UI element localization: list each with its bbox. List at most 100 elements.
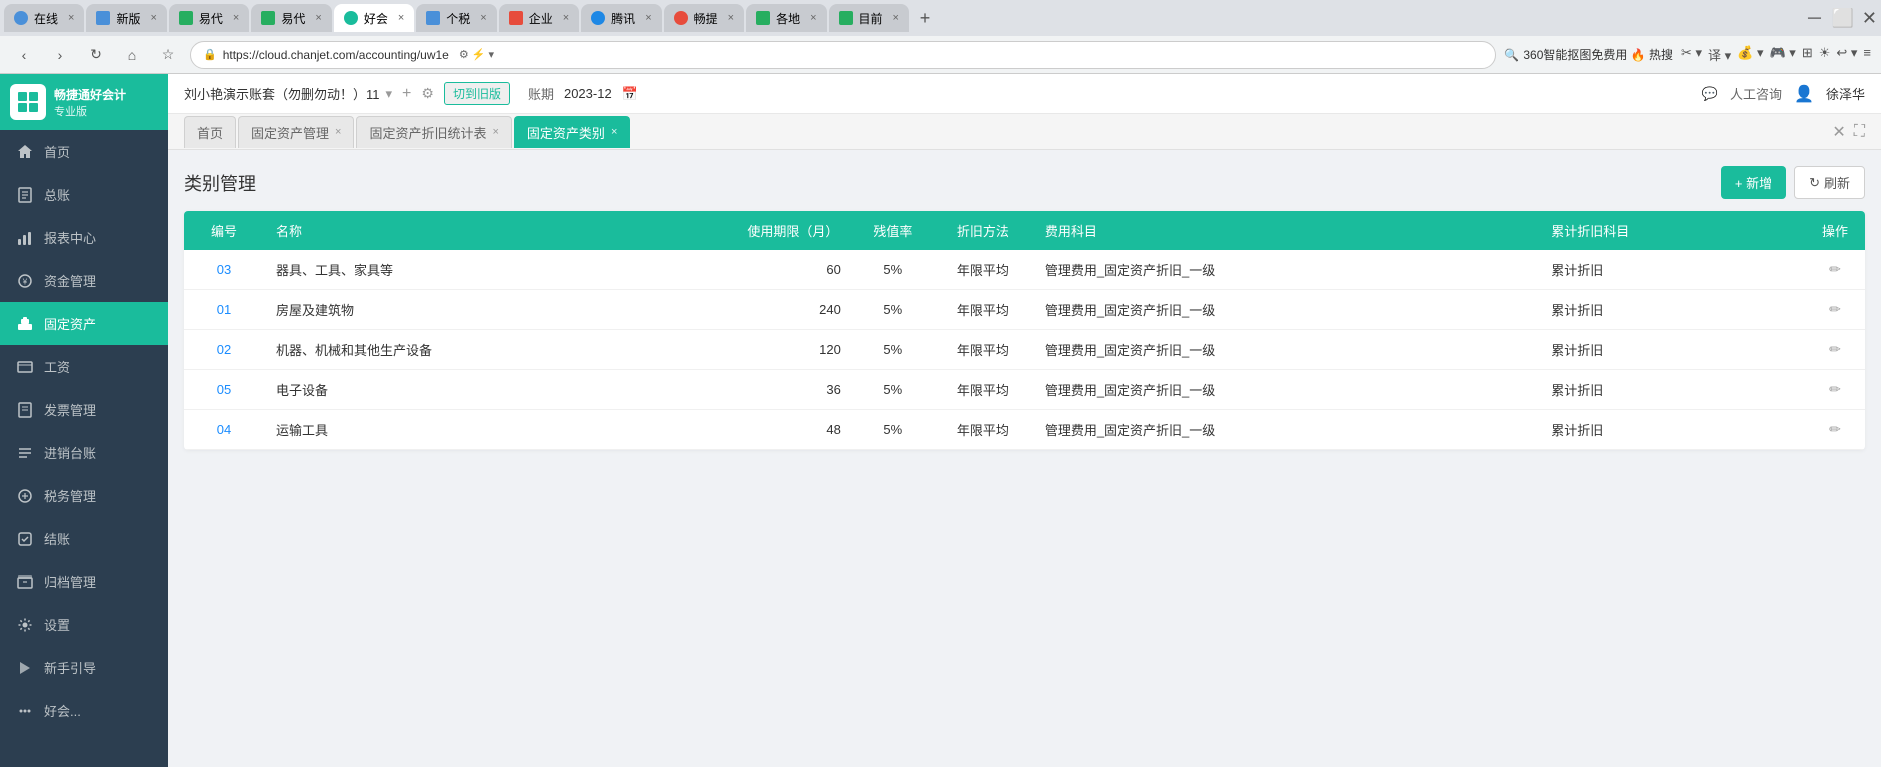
contact-label[interactable]: 人工咨询 (1730, 84, 1782, 103)
tab-close-icon[interactable]: × (810, 12, 816, 24)
bookmark-button[interactable]: ☆ (154, 41, 182, 69)
sidebar-item-close-account[interactable]: 结账 (0, 517, 168, 560)
cell-period: 60 (733, 250, 853, 290)
code-link[interactable]: 04 (217, 422, 231, 437)
browser-tab-changtui[interactable]: 畅提 × (664, 4, 744, 32)
brightness-icon[interactable]: ☀ (1819, 45, 1831, 64)
browser-tab-gedi[interactable]: 各地 × (746, 4, 826, 32)
sidebar-item-trade[interactable]: 进销台账 (0, 431, 168, 474)
scissors-icon[interactable]: ✂ ▾ (1681, 45, 1702, 64)
browser-tab-xinban[interactable]: 新版 × (86, 4, 166, 32)
tab-close-icon[interactable]: × (150, 12, 156, 24)
page-title: 类别管理 (184, 170, 256, 196)
code-link[interactable]: 05 (217, 382, 231, 397)
window-minimize-icon[interactable]: － (1805, 5, 1823, 31)
sidebar-item-guide[interactable]: 新手引导 (0, 646, 168, 689)
dropdown-icon[interactable]: ▾ (386, 86, 393, 102)
edit-button[interactable]: ✏ (1829, 421, 1841, 437)
window-maximize-icon[interactable]: ⬜ (1831, 8, 1853, 29)
tab-close-active-icon[interactable]: × (398, 12, 404, 24)
sidebar-item-more[interactable]: 好会... (0, 689, 168, 732)
fund-icon: ¥ (16, 272, 34, 290)
url-input[interactable]: 🔒 https://cloud.chanjet.com/accounting/u… (190, 41, 1496, 69)
tab-close-stats-icon[interactable]: × (492, 126, 498, 138)
sidebar-item-fund[interactable]: ¥ 资金管理 (0, 259, 168, 302)
tab-fixed-assets-mgmt[interactable]: 固定资产管理 × (238, 116, 354, 148)
tab-label: 个税 (446, 10, 470, 27)
code-link[interactable]: 03 (217, 262, 231, 277)
browser-tab-haokuai[interactable]: 好会 × (334, 4, 414, 32)
tab-close-icon[interactable]: × (480, 12, 486, 24)
tab-depreciation-stats[interactable]: 固定资产折旧统计表 × (356, 116, 511, 148)
new-tab-button[interactable]: + (911, 4, 939, 32)
logo-area[interactable]: 畅捷通好会计 专业版 (0, 74, 168, 130)
back-button[interactable]: ‹ (10, 41, 38, 69)
tab-close-mgmt-icon[interactable]: × (335, 126, 341, 138)
edit-button[interactable]: ✏ (1829, 341, 1841, 357)
grid-icon[interactable]: ⊞ (1802, 45, 1813, 64)
code-link[interactable]: 01 (217, 302, 231, 317)
refresh-button[interactable]: ↻ 刷新 (1794, 166, 1865, 199)
tab-close-icon[interactable]: × (645, 12, 651, 24)
logo-icon (10, 84, 46, 120)
settings-icon-top[interactable]: ⚙ (421, 85, 434, 102)
sidebar-item-fixed-assets[interactable]: 固定资产 (0, 302, 168, 345)
sidebar-item-settings[interactable]: 设置 (0, 603, 168, 646)
forward-button[interactable]: › (46, 41, 74, 69)
tab-close-icon[interactable]: × (728, 12, 734, 24)
browser-tab-zaixian[interactable]: 在线 × (4, 4, 84, 32)
tab-close-category-icon[interactable]: × (611, 126, 617, 138)
sidebar-item-tax[interactable]: 税务管理 (0, 474, 168, 517)
browser-tab-yidai2[interactable]: 易代 × (251, 4, 331, 32)
col-header-name: 名称 (264, 211, 733, 250)
browser-tab-yidai1[interactable]: 易代 × (169, 4, 249, 32)
switch-version-button[interactable]: 切到旧版 (444, 82, 510, 105)
url-more-icon[interactable]: ⚙ ⚡ ▾ (459, 48, 494, 61)
browser-tab-qiye[interactable]: 企业 × (499, 4, 579, 32)
tab-close-icon[interactable]: × (68, 12, 74, 24)
col-header-salvage: 残值率 (853, 211, 933, 250)
game-icon[interactable]: 🎮 ▾ (1769, 45, 1795, 64)
tab-close-icon[interactable]: × (563, 12, 569, 24)
cell-action: ✏ (1805, 290, 1865, 330)
close-account-icon (16, 530, 34, 548)
close-all-tabs-icon[interactable]: ✕ (1832, 122, 1845, 142)
tab-label: 畅提 (694, 10, 718, 27)
tab-close-icon[interactable]: × (315, 12, 321, 24)
code-link[interactable]: 02 (217, 342, 231, 357)
tab-close-icon[interactable]: × (893, 12, 899, 24)
cell-period: 240 (733, 290, 853, 330)
sidebar-item-salary[interactable]: 工资 (0, 345, 168, 388)
sidebar-item-general-ledger[interactable]: 总账 (0, 173, 168, 216)
main-content: 刘小艳演示账套（勿删勿动！）11 ▾ + ⚙ 切到旧版 账期 2023-12 📅… (168, 74, 1881, 767)
browser-tab-muqian[interactable]: 目前 × (829, 4, 909, 32)
translate-icon[interactable]: 译 ▾ (1708, 45, 1731, 64)
sidebar-item-report-center[interactable]: 报表中心 (0, 216, 168, 259)
home-button[interactable]: ⌂ (118, 41, 146, 69)
edit-button[interactable]: ✏ (1829, 381, 1841, 397)
edit-button[interactable]: ✏ (1829, 301, 1841, 317)
edit-button[interactable]: ✏ (1829, 261, 1841, 277)
reload-button[interactable]: ↻ (82, 41, 110, 69)
browser-tab-geshui[interactable]: 个税 × (416, 4, 496, 32)
sidebar-item-home[interactable]: 首页 (0, 130, 168, 173)
search-bar[interactable]: 🔍 360智能抠图免费用 🔥 热搜 (1504, 46, 1673, 63)
menu-icon[interactable]: ≡ (1863, 45, 1871, 64)
tab-close-icon[interactable]: × (233, 12, 239, 24)
undo-icon[interactable]: ↩ ▾ (1836, 45, 1857, 64)
period-label: 账期 (528, 84, 554, 103)
tab-asset-category[interactable]: 固定资产类别 × (514, 116, 630, 148)
add-account-button[interactable]: + (402, 85, 411, 103)
tab-home[interactable]: 首页 (184, 116, 236, 148)
cell-name: 机器、机械和其他生产设备 (264, 330, 733, 370)
calendar-icon[interactable]: 📅 (622, 86, 638, 102)
browser-tab-tengxun[interactable]: 腾讯 × (581, 4, 661, 32)
expand-icon[interactable]: ⛶ (1854, 123, 1865, 141)
sidebar-item-archive[interactable]: 归档管理 (0, 560, 168, 603)
wallet-icon[interactable]: 💰 ▾ (1737, 45, 1763, 64)
tab-label: 易代 (199, 10, 223, 27)
contact-icon: 💬 (1702, 86, 1718, 102)
window-close-icon[interactable]: ✕ (1862, 8, 1877, 29)
add-button[interactable]: + 新增 (1721, 166, 1786, 199)
sidebar-item-invoice[interactable]: 发票管理 (0, 388, 168, 431)
